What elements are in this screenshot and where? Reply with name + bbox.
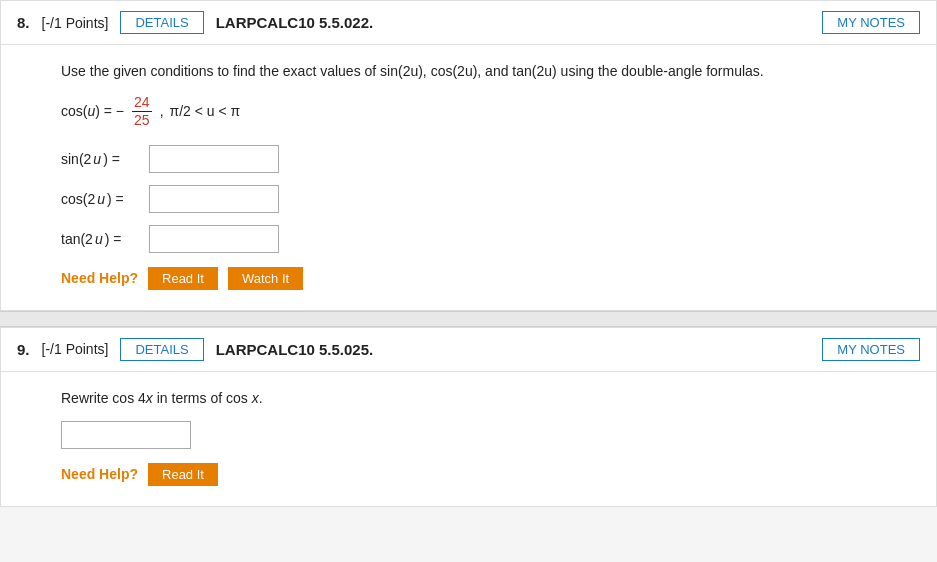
question-8-id: LARPCALC10 5.5.022. [216, 14, 374, 31]
tan2u-label: tan(2u) = [61, 231, 141, 247]
condition-comma: , [160, 103, 164, 119]
fraction-numerator: 24 [132, 94, 152, 112]
question-8-points: [-/1 Points] [42, 15, 109, 31]
condition-cos-text: cos(u) = − [61, 103, 124, 119]
cos2u-input[interactable] [149, 185, 279, 213]
sin2u-input[interactable] [149, 145, 279, 173]
question-9-number: 9. [17, 341, 30, 358]
fraction-24-25: 24 25 [132, 94, 152, 129]
question-8-number: 8. [17, 14, 30, 31]
tan2u-row: tan(2u) = [61, 225, 896, 253]
cos4x-row [61, 421, 896, 449]
question-9-need-help-label: Need Help? [61, 466, 138, 482]
question-8-condition: cos(u) = − 24 25 , π/2 < u < π [61, 94, 896, 129]
separator [0, 311, 937, 327]
fraction-denominator: 25 [132, 112, 152, 129]
question-9-my-notes-button[interactable]: MY NOTES [822, 338, 920, 361]
tan2u-input[interactable] [149, 225, 279, 253]
question-9-body: Rewrite cos 4x in terms of cos x. Need H… [1, 372, 936, 506]
question-8-details-button[interactable]: DETAILS [120, 11, 203, 34]
question-8-watch-it-button[interactable]: Watch It [228, 267, 303, 290]
question-8-need-help-label: Need Help? [61, 270, 138, 286]
question-8-read-it-button[interactable]: Read It [148, 267, 218, 290]
sin2u-label: sin(2u) = [61, 151, 141, 167]
question-9-block: 9. [-/1 Points] DETAILS LARPCALC10 5.5.0… [0, 327, 937, 507]
question-8-my-notes-button[interactable]: MY NOTES [822, 11, 920, 34]
sin2u-row: sin(2u) = [61, 145, 896, 173]
question-9-id: LARPCALC10 5.5.025. [216, 341, 374, 358]
question-8-problem-text: Use the given conditions to find the exa… [61, 61, 896, 82]
question-8-header: 8. [-/1 Points] DETAILS LARPCALC10 5.5.0… [1, 1, 936, 45]
question-8-need-help-row: Need Help? Read It Watch It [61, 267, 896, 290]
question-8-block: 8. [-/1 Points] DETAILS LARPCALC10 5.5.0… [0, 0, 937, 311]
cos2u-label: cos(2u) = [61, 191, 141, 207]
cos2u-row: cos(2u) = [61, 185, 896, 213]
question-8-body: Use the given conditions to find the exa… [1, 45, 936, 310]
question-9-header: 9. [-/1 Points] DETAILS LARPCALC10 5.5.0… [1, 328, 936, 372]
question-9-problem-text: Rewrite cos 4x in terms of cos x. [61, 388, 896, 409]
question-9-need-help-row: Need Help? Read It [61, 463, 896, 486]
cos4x-input[interactable] [61, 421, 191, 449]
question-9-details-button[interactable]: DETAILS [120, 338, 203, 361]
question-9-read-it-button[interactable]: Read It [148, 463, 218, 486]
condition-range: π/2 < u < π [170, 103, 241, 119]
question-9-points: [-/1 Points] [42, 341, 109, 357]
